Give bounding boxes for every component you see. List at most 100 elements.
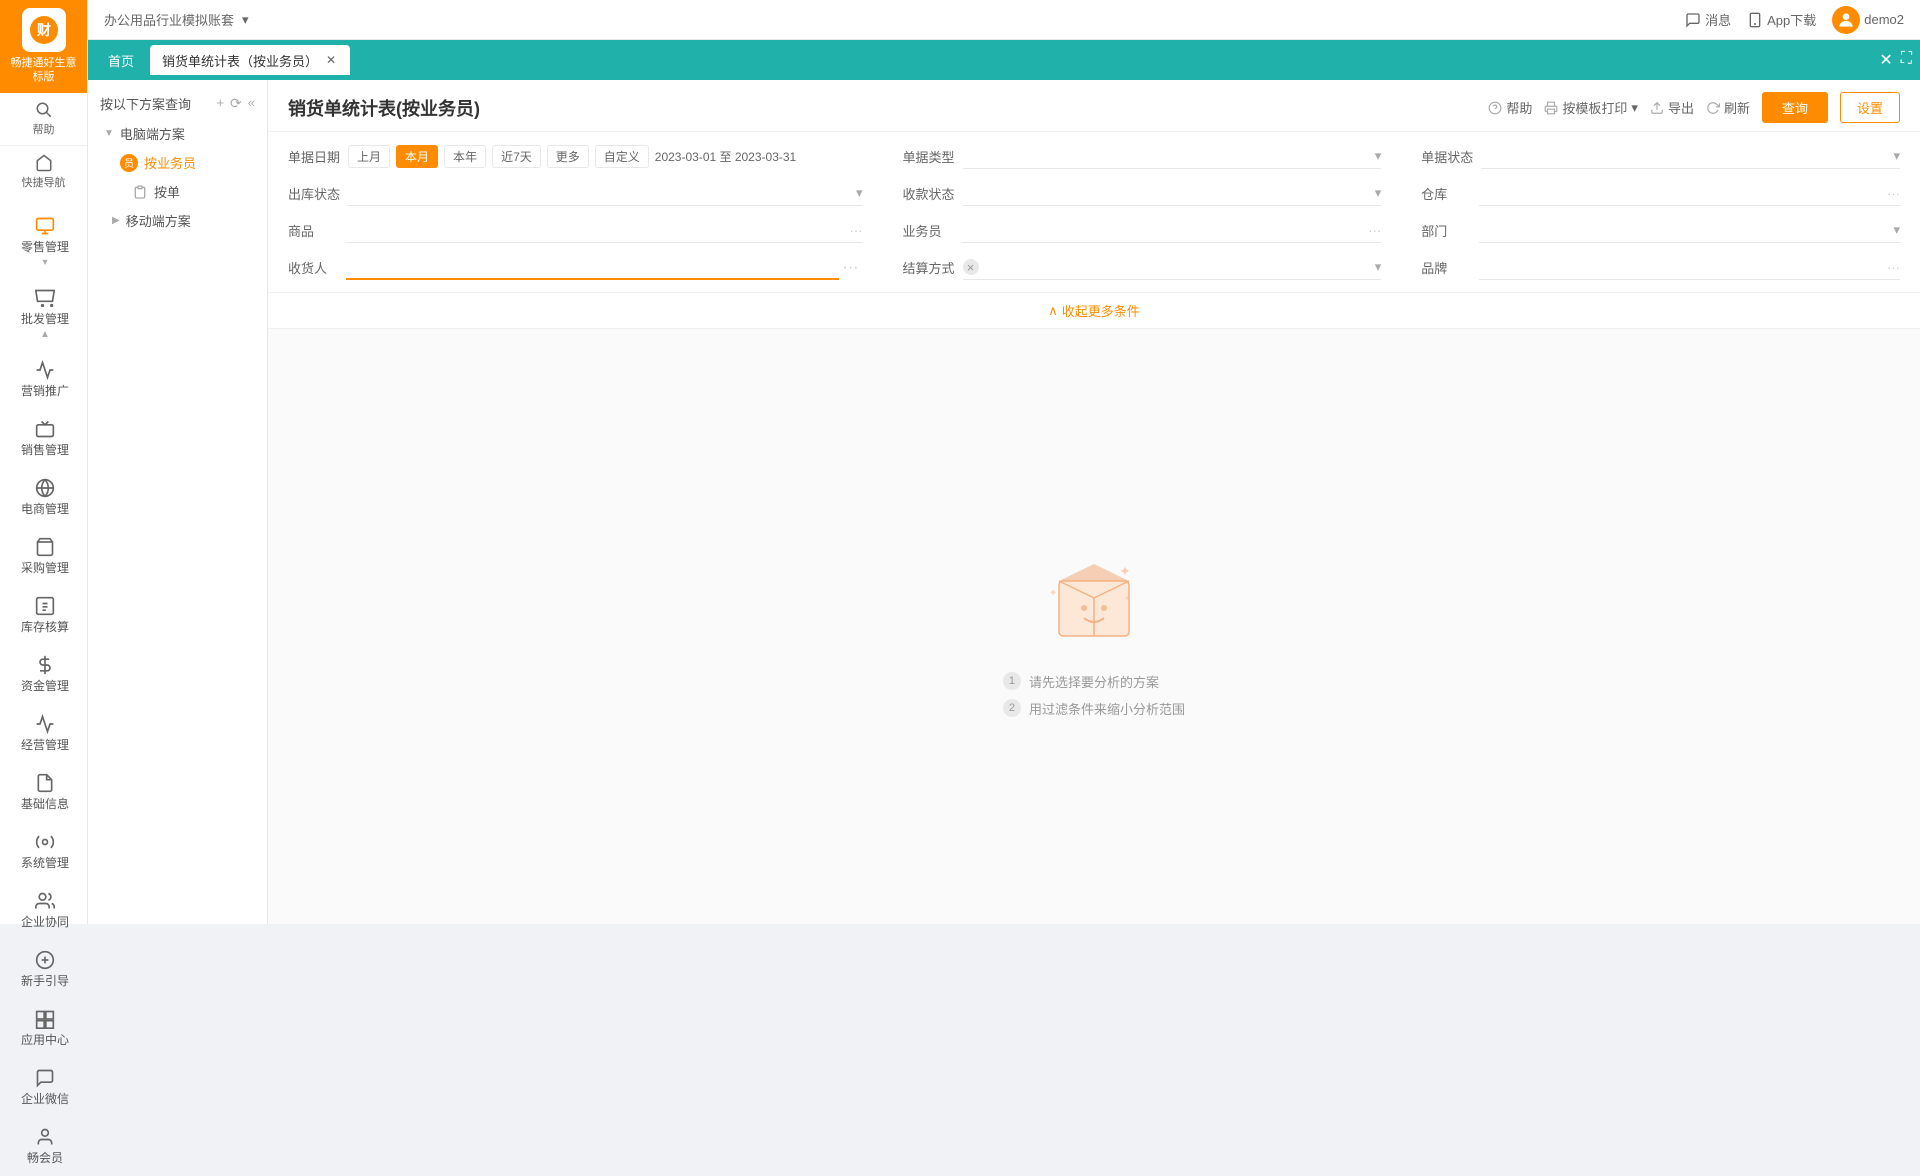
tab-sales-stat[interactable]: 销货单统计表（按业务员） ✕ [150, 45, 350, 75]
doc-status-select[interactable]: ▾ [1481, 144, 1900, 169]
message-label: 消息 [1705, 10, 1731, 29]
sidebar-item-operations[interactable]: 经营管理 [0, 704, 87, 763]
avatar [1832, 6, 1860, 34]
help-label: 帮助 [1506, 98, 1532, 117]
settlement-tag-close[interactable]: × [963, 259, 979, 275]
main-area: 办公用品行业模拟账套 ▾ 消息 App下载 demo2 首 [88, 0, 1920, 924]
goods-select[interactable]: ··· [346, 219, 863, 243]
export-btn[interactable]: 导出 [1650, 98, 1694, 117]
recipient-control: ··· [346, 255, 863, 280]
empty-tips: 1 请先选择要分析的方案 2 用过滤条件来缩小分析范围 [1003, 672, 1185, 718]
filter-row-4: 收货人 ··· 结算方式 × ▾ [288, 255, 1900, 280]
sidebar-item-purchase[interactable]: 采购管理 [0, 527, 87, 586]
tab-close-btn[interactable]: ✕ [324, 51, 338, 69]
setting-button[interactable]: 设置 [1840, 92, 1900, 123]
tree-child-salesperson-label: 按业务员 [144, 153, 196, 172]
out-status-select[interactable]: ▾ [348, 181, 862, 206]
tip-text-2: 用过滤条件来缩小分析范围 [1029, 699, 1185, 718]
goods-dots: ··· [850, 223, 863, 238]
left-panel-actions: + ⟳ « [216, 95, 255, 112]
sidebar-quick-nav[interactable]: 快捷导航 [0, 146, 87, 198]
salesperson-select[interactable]: ··· [961, 219, 1382, 243]
settlement-select[interactable]: × ▾ [963, 255, 1382, 280]
date-btn-last-month[interactable]: 上月 [348, 145, 390, 168]
sidebar-item-finance[interactable]: 资金管理 [0, 645, 87, 704]
sidebar-item-member[interactable]: 畅会员 [0, 1117, 87, 1176]
sidebar-item-system-label: 系统管理 [21, 854, 69, 871]
topbar-dropdown-icon: ▾ [242, 12, 249, 28]
recipient-input[interactable] [346, 255, 839, 280]
receipt-status-select[interactable]: ▾ [963, 181, 1382, 206]
sidebar-item-newuser[interactable]: 新手引导 [0, 940, 87, 999]
topbar-dropdown[interactable]: ▾ [242, 12, 249, 28]
sidebar-item-wholesale[interactable]: 批发管理 ▲ [0, 278, 87, 350]
order-icon [132, 184, 148, 200]
tree-item-pc[interactable]: ▼ 电脑端方案 [88, 119, 267, 148]
content: 按以下方案查询 + ⟳ « ▼ 电脑端方案 员 按业务员 按单 ▶ [88, 80, 1920, 924]
tree-grandchild-order[interactable]: 按单 [88, 177, 267, 206]
out-status-caret: ▾ [856, 185, 863, 201]
sidebar-item-system[interactable]: 系统管理 [0, 822, 87, 881]
collapse-btn[interactable]: ∧ 收起更多条件 [1048, 301, 1140, 320]
app-download-btn[interactable]: App下载 [1747, 10, 1816, 29]
sidebar-item-ecommerce[interactable]: 电商管理 [0, 468, 87, 527]
sidebar-item-member-label: 畅会员 [27, 1149, 63, 1166]
doc-type-control: ▾ [963, 144, 1382, 169]
tabbar-maximize[interactable]: ⛶ [1901, 50, 1912, 70]
date-btn-7days[interactable]: 近7天 [492, 145, 541, 168]
filter-brand: 品牌 ··· [1421, 256, 1900, 280]
refresh-label: 刷新 [1724, 98, 1750, 117]
sidebar-item-sales[interactable]: 销售管理 [0, 409, 87, 468]
tip-num-2: 2 [1003, 699, 1021, 717]
brand-control: ··· [1479, 256, 1900, 280]
topbar: 办公用品行业模拟账套 ▾ 消息 App下载 demo2 [88, 0, 1920, 40]
help-btn[interactable]: 帮助 [1488, 98, 1532, 117]
add-scheme-btn[interactable]: + [216, 95, 224, 112]
tabbar-close-all[interactable]: ✕ [1879, 50, 1892, 70]
brand-select[interactable]: ··· [1479, 256, 1900, 280]
sidebar-item-wechat[interactable]: 企业微信 [0, 1058, 87, 1117]
date-btn-this-month[interactable]: 本月 [396, 145, 438, 168]
sidebar-item-appcenter[interactable]: 应用中心 [0, 999, 87, 1058]
tab-home-label: 首页 [108, 51, 134, 70]
left-panel-title: 按以下方案查询 [100, 94, 191, 113]
tree-item-mobile[interactable]: ▶ 移动端方案 [88, 206, 267, 235]
warehouse-select[interactable]: ··· [1479, 182, 1900, 206]
date-btn-this-year[interactable]: 本年 [444, 145, 486, 168]
out-status-label: 出库状态 [288, 184, 340, 203]
mobile-arrow: ▶ [112, 215, 120, 226]
sidebar-logo-text: 畅捷通好生意 标版 [11, 56, 77, 85]
doc-type-caret: ▾ [1375, 148, 1382, 164]
sidebar-search-btn[interactable]: 帮助 [0, 93, 87, 146]
date-btn-more[interactable]: 更多 [547, 145, 589, 168]
retail-arrow: ▾ [42, 257, 47, 268]
empty-state: ✦ ✦ ✦ 1 请先选择要分析的方案 2 用过滤条件来缩小分析范围 [268, 329, 1920, 924]
recipient-dots[interactable]: ··· [839, 259, 863, 277]
collapse-arrow: ∧ [1048, 303, 1058, 319]
receipt-status-label: 收款状态 [903, 184, 955, 203]
print-btn[interactable]: 按模板打印 ▾ [1544, 98, 1638, 117]
user-name: demo2 [1864, 12, 1904, 27]
refresh-scheme-btn[interactable]: ⟳ [230, 95, 242, 112]
tree-child-salesperson[interactable]: 员 按业务员 [88, 148, 267, 177]
doc-type-select[interactable]: ▾ [963, 144, 1382, 169]
sidebar-item-newuser-label: 新手引导 [21, 972, 69, 989]
sidebar-item-inventory[interactable]: 库存核算 [0, 586, 87, 645]
message-btn[interactable]: 消息 [1685, 10, 1731, 29]
right-panel: 销货单统计表(按业务员) 帮助 按模板打印 ▾ 导出 [268, 80, 1920, 924]
collapse-panel-btn[interactable]: « [248, 95, 255, 112]
salesperson-control: ··· [961, 219, 1382, 243]
user-info[interactable]: demo2 [1832, 6, 1904, 34]
date-btn-custom[interactable]: 自定义 [595, 145, 649, 168]
sidebar-item-retail[interactable]: 零售管理 ▾ [0, 206, 87, 278]
query-button[interactable]: 查询 [1762, 92, 1828, 123]
sidebar-item-enterprise-label: 企业协同 [21, 913, 69, 930]
refresh-btn[interactable]: 刷新 [1706, 98, 1750, 117]
dept-select[interactable]: ▾ [1479, 218, 1900, 243]
sidebar-item-base[interactable]: 基础信息 [0, 763, 87, 822]
tab-home[interactable]: 首页 [96, 45, 146, 75]
collapse-label: 收起更多条件 [1062, 301, 1140, 320]
sidebar-item-enterprise[interactable]: 企业协同 [0, 881, 87, 940]
sidebar-item-marketing[interactable]: 营销推广 [0, 350, 87, 409]
sidebar-item-retail-label: 零售管理 [21, 238, 69, 255]
